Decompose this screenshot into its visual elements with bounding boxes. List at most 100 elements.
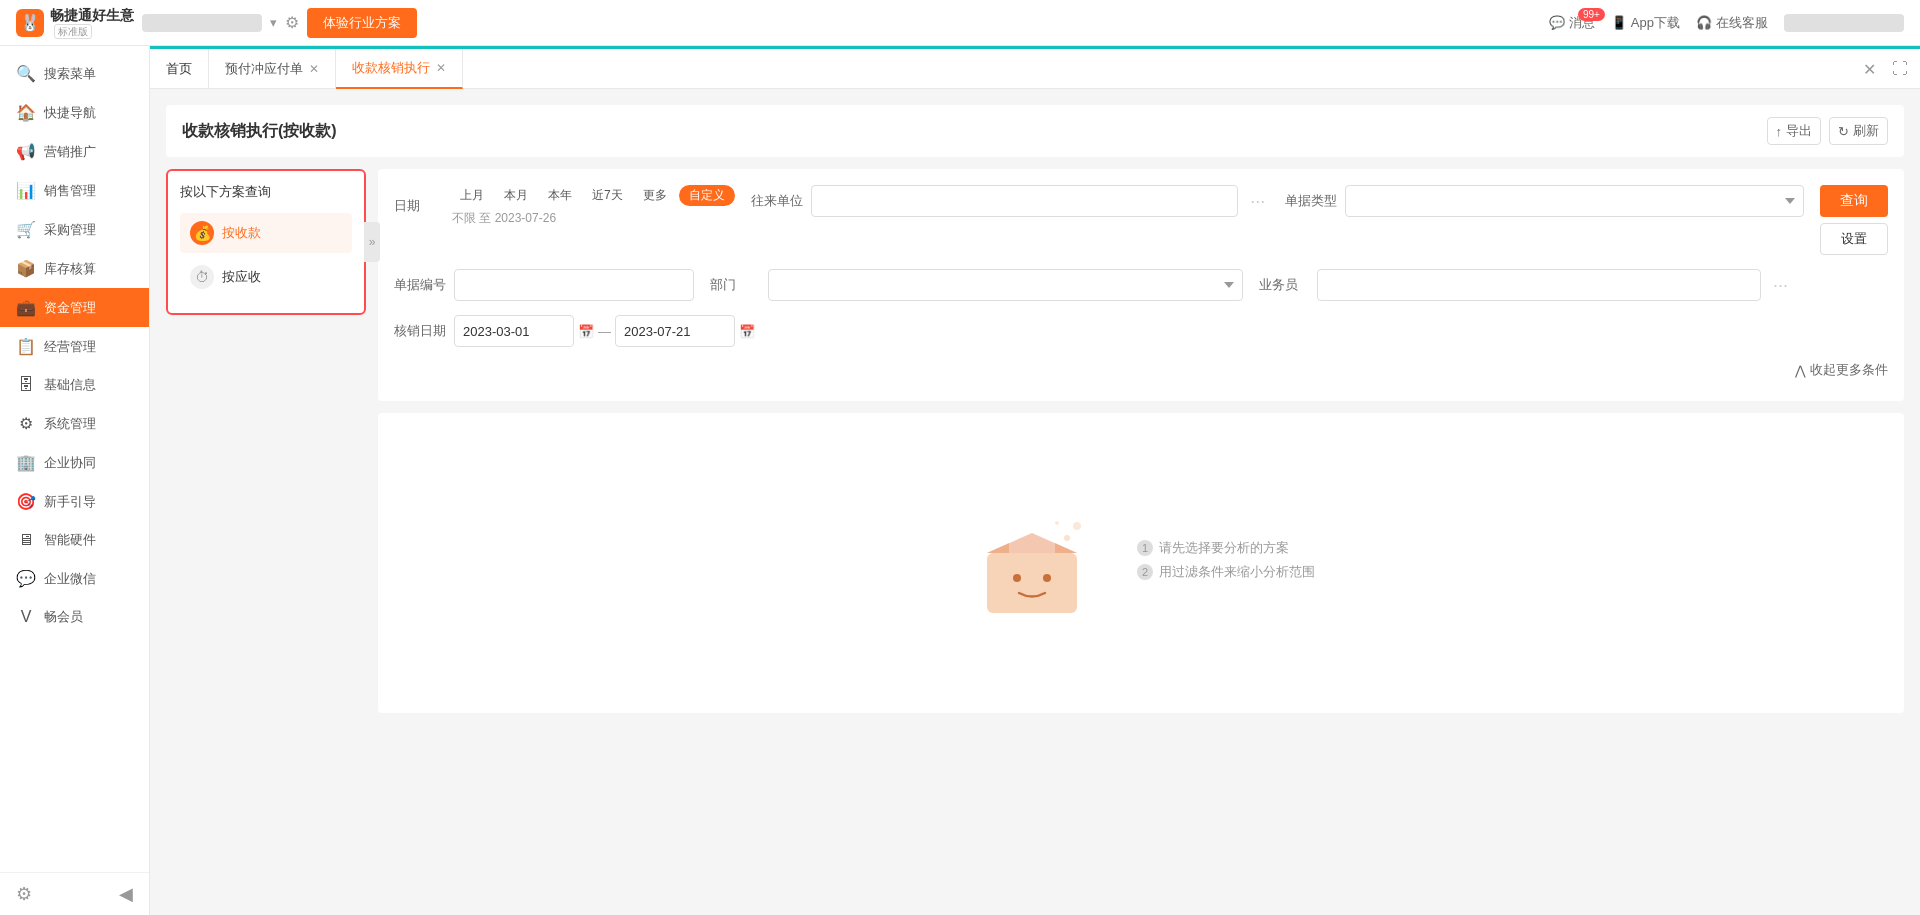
sidebar-label-search: 搜索菜单 <box>44 65 96 83</box>
tab-prepay[interactable]: 预付冲应付单 ✕ <box>209 49 336 89</box>
counterparty-more-icon[interactable]: ··· <box>1246 191 1269 212</box>
sidebar-item-system[interactable]: ⚙ 系统管理 <box>0 404 149 443</box>
tab-prepay-close[interactable]: ✕ <box>309 62 319 76</box>
tab-prepay-label: 预付冲应付单 <box>225 60 303 78</box>
sidebar-item-quick-nav[interactable]: 🏠 快捷导航 <box>0 93 149 132</box>
sidebar-item-finance[interactable]: 💼 资金管理 <box>0 288 149 327</box>
tab-receipt[interactable]: 收款核销执行 ✕ <box>336 49 463 89</box>
sidebar-settings-icon[interactable]: ⚙ <box>16 883 32 905</box>
filter-receivable-label: 按应收 <box>222 268 261 286</box>
dept-field: 部门 <box>710 269 1243 301</box>
sidebar-item-purchase[interactable]: 🛒 采购管理 <box>0 210 149 249</box>
verify-date-label: 核销日期 <box>394 322 446 340</box>
filter-panel: 按以下方案查询 💰 按收款 ⏱ 按应收 » <box>166 169 366 713</box>
doc-no-field: 单据编号 <box>394 269 694 301</box>
sidebar-nav: 🔍 搜索菜单 🏠 快捷导航 📢 营销推广 📊 销售管理 🛒 采购管理 📦 <box>0 46 149 644</box>
form-settings-button[interactable]: 设置 <box>1820 223 1888 255</box>
settings-icon[interactable]: ⚙ <box>285 13 299 32</box>
empty-tip-1-text: 请先选择要分析的方案 <box>1159 539 1289 557</box>
sidebar-item-search[interactable]: 🔍 搜索菜单 <box>0 54 149 93</box>
operations-icon: 📋 <box>16 337 36 356</box>
refresh-label: 刷新 <box>1853 122 1879 140</box>
date-btn-this-year[interactable]: 本年 <box>540 185 580 206</box>
collapse-chevron-icon: ⋀ <box>1795 363 1806 378</box>
sidebar-item-hardware[interactable]: 🖥 智能硬件 <box>0 521 149 559</box>
sidebar-label-wechat: 企业微信 <box>44 570 96 588</box>
date-btn-7days[interactable]: 近7天 <box>584 185 631 206</box>
svg-point-5 <box>1055 521 1059 525</box>
purchase-icon: 🛒 <box>16 220 36 239</box>
sidebar-item-wechat[interactable]: 💬 企业微信 <box>0 559 149 598</box>
refresh-button[interactable]: ↻ 刷新 <box>1829 117 1888 145</box>
form-actions: 查询 设置 <box>1820 185 1888 255</box>
verify-date-end[interactable] <box>615 315 735 347</box>
sidebar-label-base-info: 基础信息 <box>44 376 96 394</box>
verify-date-start[interactable] <box>454 315 574 347</box>
sidebar-label-operations: 经营管理 <box>44 338 96 356</box>
filter-box: 按以下方案查询 💰 按收款 ⏱ 按应收 » <box>166 169 366 315</box>
staff-field: 业务员 ··· <box>1259 269 1792 301</box>
query-button[interactable]: 查询 <box>1820 185 1888 217</box>
sidebar-label-finance: 资金管理 <box>44 299 96 317</box>
online-service-item[interactable]: 🎧 在线客服 <box>1696 14 1768 32</box>
sidebar-item-operations[interactable]: 📋 经营管理 <box>0 327 149 366</box>
date-btn-this-month[interactable]: 本月 <box>496 185 536 206</box>
tab-close-icon[interactable]: ✕ <box>1859 56 1880 83</box>
inventory-icon: 📦 <box>16 259 36 278</box>
doc-no-input[interactable] <box>454 269 694 301</box>
counterparty-label: 往来单位 <box>751 192 803 210</box>
sidebar-label-sales: 销售管理 <box>44 182 96 200</box>
sidebar-item-inventory[interactable]: 📦 库存核算 <box>0 249 149 288</box>
member-icon: V <box>16 608 36 626</box>
sidebar-bottom: ⚙ ◀ <box>0 872 149 915</box>
sidebar-label-enterprise: 企业协同 <box>44 454 96 472</box>
filter-item-by-receipt[interactable]: 💰 按收款 <box>180 213 352 253</box>
tab-home[interactable]: 首页 <box>150 49 209 89</box>
sidebar-label-inventory: 库存核算 <box>44 260 96 278</box>
staff-more-icon[interactable]: ··· <box>1769 275 1792 296</box>
cal-end-icon[interactable]: 📅 <box>739 324 755 339</box>
doc-type-select[interactable] <box>1345 185 1804 217</box>
sidebar-item-enterprise[interactable]: 🏢 企业协同 <box>0 443 149 482</box>
date-btn-custom[interactable]: 自定义 <box>679 185 735 206</box>
search-result-panel: 日期 上月 本月 本年 近7天 更多 自定义 <box>378 169 1904 713</box>
staff-input[interactable] <box>1317 269 1761 301</box>
content-area: 按以下方案查询 💰 按收款 ⏱ 按应收 » <box>166 169 1904 713</box>
tabbar: 首页 预付冲应付单 ✕ 收款核销执行 ✕ ✕ ⛶ <box>150 49 1920 89</box>
date-shortcuts: 上月 本月 本年 近7天 更多 自定义 <box>452 185 735 206</box>
tab-receipt-close[interactable]: ✕ <box>436 61 446 75</box>
counterparty-input[interactable] <box>811 185 1239 217</box>
staff-label: 业务员 <box>1259 276 1309 294</box>
collapse-more-row[interactable]: ⋀ 收起更多条件 <box>394 355 1888 385</box>
guide-icon: 🎯 <box>16 492 36 511</box>
sidebar-item-guide[interactable]: 🎯 新手引导 <box>0 482 149 521</box>
empty-tips: 1 请先选择要分析的方案 2 用过滤条件来缩小分析范围 <box>1137 539 1315 587</box>
sidebar-item-base-info[interactable]: 🗄 基础信息 <box>0 366 149 404</box>
search-icon: 🔍 <box>16 64 36 83</box>
edition-badge: 标准版 <box>54 24 92 39</box>
doc-type-label: 单据类型 <box>1285 192 1337 210</box>
sidebar-collapse-icon[interactable]: ◀ <box>119 883 133 905</box>
home-icon: 🏠 <box>16 103 36 122</box>
sidebar-item-member[interactable]: V 畅会员 <box>0 598 149 636</box>
company-dropdown-icon[interactable]: ▾ <box>270 15 277 30</box>
sidebar-item-marketing[interactable]: 📢 营销推广 <box>0 132 149 171</box>
app-download-item[interactable]: 📱 App下载 <box>1611 14 1680 32</box>
message-item[interactable]: 💬 消息 99+ <box>1549 14 1595 32</box>
counterparty-field: 往来单位 ··· <box>751 185 1270 217</box>
svg-point-3 <box>1064 535 1070 541</box>
cal-start-icon[interactable]: 📅 <box>578 324 594 339</box>
panel-collapse-button[interactable]: » <box>364 222 380 262</box>
dept-select[interactable] <box>768 269 1243 301</box>
doc-type-field: 单据类型 <box>1285 185 1804 217</box>
filter-receipt-label: 按收款 <box>222 224 261 242</box>
export-icon: ↑ <box>1776 124 1783 139</box>
industry-solution-button[interactable]: 体验行业方案 <box>307 8 417 38</box>
filter-item-by-receivable[interactable]: ⏱ 按应收 <box>180 257 352 297</box>
message-icon: 💬 <box>1549 15 1565 30</box>
tab-expand-icon[interactable]: ⛶ <box>1888 56 1912 82</box>
date-btn-last-month[interactable]: 上月 <box>452 185 492 206</box>
export-button[interactable]: ↑ 导出 <box>1767 117 1822 145</box>
sidebar-item-sales[interactable]: 📊 销售管理 <box>0 171 149 210</box>
date-btn-more[interactable]: 更多 <box>635 185 675 206</box>
